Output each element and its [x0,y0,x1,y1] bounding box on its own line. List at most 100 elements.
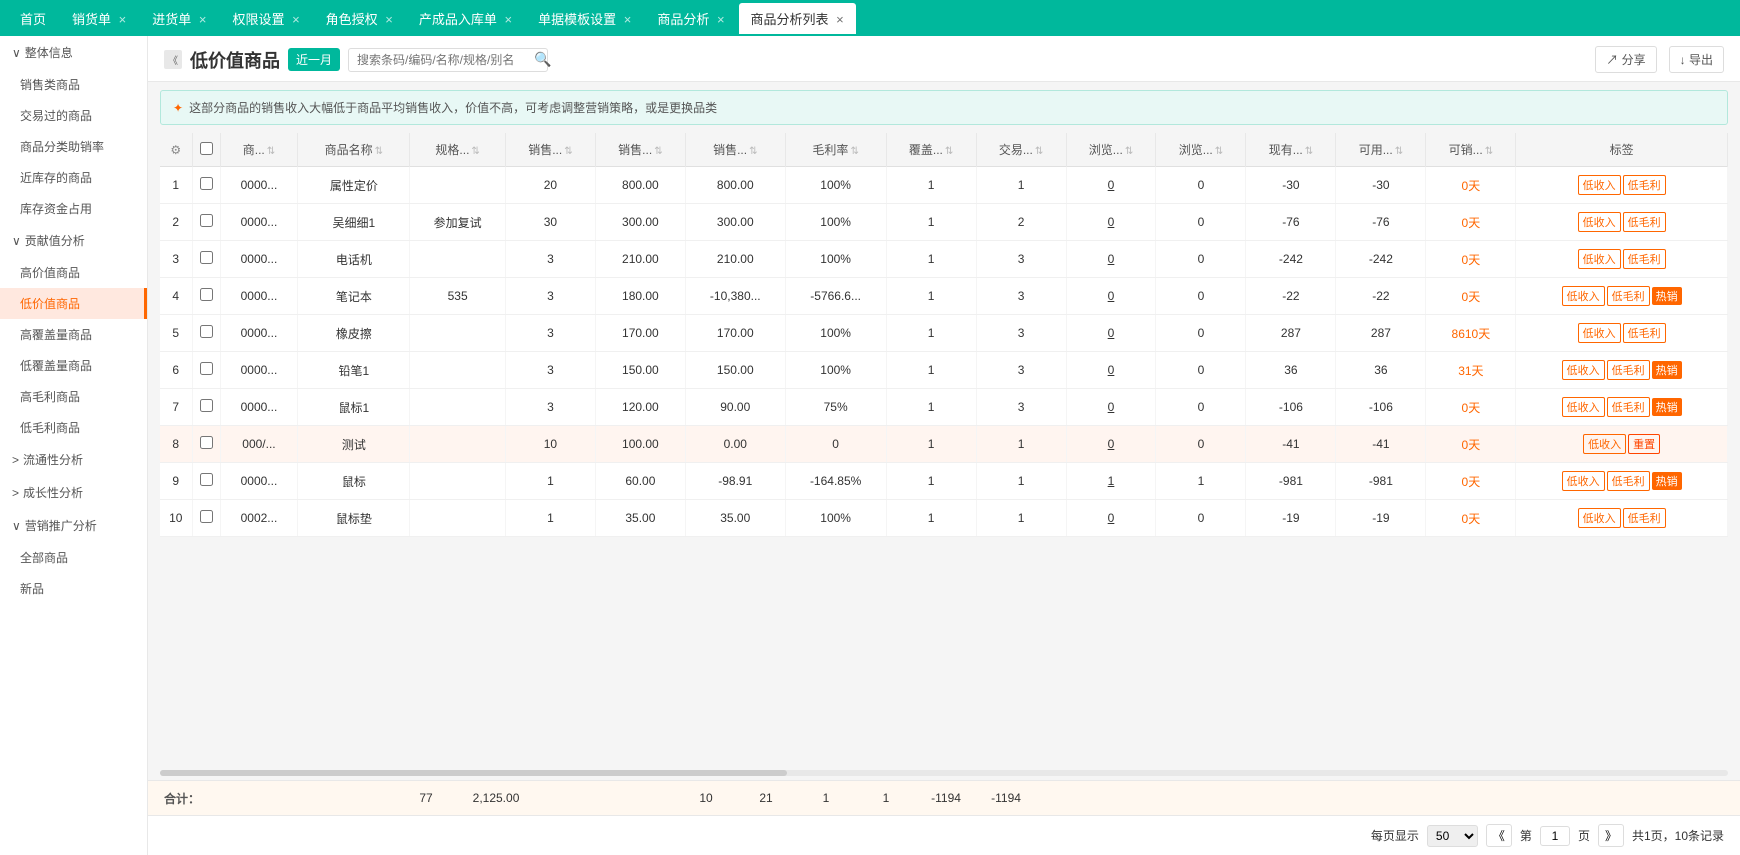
cell-browse1[interactable]: 0 [1066,389,1156,426]
days-value: 0天 [1462,253,1481,267]
cell-checkbox[interactable] [192,278,220,315]
filter-month-button[interactable]: 近一月 [288,48,340,71]
table-container[interactable]: ⚙ 商...⇅ 商品名称⇅ 规格...⇅ 销售...⇅ 销售...⇅ 销售...… [160,133,1728,766]
nav-sales[interactable]: 销货单 × [60,3,138,34]
browse1-link[interactable]: 1 [1108,474,1115,488]
footer-cells: 77 2,125.00 10 21 1 1 -1194 -1194 [216,789,1724,807]
sidebar-item-sales-goods[interactable]: 销售类商品 [0,69,147,100]
cell-sales-price: 35.00 [595,500,685,537]
col-setting[interactable]: ⚙ [160,133,192,167]
browse1-link[interactable]: 0 [1108,215,1115,229]
horizontal-scrollbar[interactable] [160,770,1728,776]
cell-sales-qty: 3 [505,352,595,389]
cell-checkbox[interactable] [192,426,220,463]
sidebar-item-category-rate[interactable]: 商品分类助销率 [0,131,147,162]
nav-role[interactable]: 角色授权 × [314,3,405,34]
browse1-link[interactable]: 0 [1108,326,1115,340]
nav-analysis-close[interactable]: × [717,12,725,27]
cell-checkbox[interactable] [192,500,220,537]
nav-permission-close[interactable]: × [292,12,300,27]
sidebar-item-near-inventory[interactable]: 近库存的商品 [0,162,147,193]
nav-product-in[interactable]: 产成品入库单 × [407,3,524,34]
nav-template-close[interactable]: × [624,12,632,27]
nav-purchase[interactable]: 进货单 × [140,3,218,34]
cell-browse1[interactable]: 0 [1066,278,1156,315]
collapse-sidebar-button[interactable]: 《 [164,50,182,69]
sidebar-item-inventory-capital[interactable]: 库存资金占用 [0,193,147,224]
nav-home[interactable]: 首页 [8,3,58,34]
cell-browse1[interactable]: 0 [1066,500,1156,537]
export-button[interactable]: ↓ 导出 [1669,46,1724,73]
nav-template[interactable]: 单据模板设置 × [526,3,643,34]
cell-browse1[interactable]: 0 [1066,426,1156,463]
sidebar-item-low-value[interactable]: 低价值商品 [0,288,147,319]
row-checkbox[interactable] [200,251,213,264]
sidebar-group-overall[interactable]: ∨ 整体信息 [0,36,147,69]
cell-checkbox[interactable] [192,463,220,500]
tag-badge: 重置 [1628,434,1660,454]
last-page-button[interactable]: 》 [1598,824,1624,847]
cell-browse1[interactable]: 0 [1066,204,1156,241]
cell-checkbox[interactable] [192,315,220,352]
footer-sales-price: 2,125.00 [456,789,536,807]
browse1-link[interactable]: 0 [1108,437,1115,451]
row-checkbox[interactable] [200,399,213,412]
nav-product-in-close[interactable]: × [505,12,513,27]
browse1-link[interactable]: 0 [1108,252,1115,266]
nav-role-close[interactable]: × [385,12,393,27]
nav-permission[interactable]: 权限设置 × [220,3,311,34]
row-checkbox[interactable] [200,214,213,227]
sidebar-item-high-coverage[interactable]: 高覆盖量商品 [0,319,147,350]
first-page-button[interactable]: 《 [1486,824,1512,847]
page-size-select[interactable]: 50 100 [1427,825,1478,847]
table-header-row: ⚙ 商...⇅ 商品名称⇅ 规格...⇅ 销售...⇅ 销售...⇅ 销售...… [160,133,1728,167]
cell-code: 0000... [220,315,298,352]
browse1-link[interactable]: 0 [1108,511,1115,525]
cell-browse1[interactable]: 1 [1066,463,1156,500]
sidebar-group-marketing[interactable]: ∨ 营销推广分析 [0,509,147,542]
cell-sales-amount: 0.00 [685,426,785,463]
sidebar-item-low-margin[interactable]: 低毛利商品 [0,412,147,443]
cell-checkbox[interactable] [192,204,220,241]
cell-checkbox[interactable] [192,241,220,278]
sidebar-item-high-margin[interactable]: 高毛利商品 [0,381,147,412]
row-checkbox[interactable] [200,473,213,486]
row-checkbox[interactable] [200,436,213,449]
nav-analysis-list[interactable]: 商品分析列表 × [739,3,856,34]
nav-analysis-list-close[interactable]: × [836,12,844,27]
browse1-link[interactable]: 0 [1108,363,1115,377]
cell-transaction: 1 [976,426,1066,463]
row-checkbox[interactable] [200,362,213,375]
sidebar-group-contribution[interactable]: ∨ 贡献值分析 [0,224,147,257]
browse1-link[interactable]: 0 [1108,289,1115,303]
sidebar-item-new-goods[interactable]: 新品 [0,573,147,604]
row-checkbox[interactable] [200,510,213,523]
browse1-link[interactable]: 0 [1108,178,1115,192]
row-checkbox[interactable] [200,288,213,301]
share-button[interactable]: ↗ 分享 [1595,46,1656,73]
nav-sales-close[interactable]: × [119,12,127,27]
browse1-link[interactable]: 0 [1108,400,1115,414]
sidebar-item-high-value[interactable]: 高价值商品 [0,257,147,288]
search-input[interactable] [348,48,548,72]
page-number-input[interactable] [1540,826,1570,846]
sidebar-group-growth[interactable]: > 成长性分析 [0,476,147,509]
row-checkbox[interactable] [200,325,213,338]
cell-browse1[interactable]: 0 [1066,167,1156,204]
sidebar-item-all-goods[interactable]: 全部商品 [0,542,147,573]
cell-checkbox[interactable] [192,389,220,426]
nav-purchase-close[interactable]: × [199,12,207,27]
cell-checkbox[interactable] [192,352,220,389]
sidebar-item-low-coverage[interactable]: 低覆盖量商品 [0,350,147,381]
cell-browse1[interactable]: 0 [1066,315,1156,352]
select-all-checkbox[interactable] [200,142,213,155]
scroll-thumb[interactable] [160,770,787,776]
col-checkbox[interactable] [192,133,220,167]
cell-browse1[interactable]: 0 [1066,241,1156,278]
cell-checkbox[interactable] [192,167,220,204]
sidebar-group-circulation[interactable]: > 流通性分析 [0,443,147,476]
row-checkbox[interactable] [200,177,213,190]
sidebar-item-traded[interactable]: 交易过的商品 [0,100,147,131]
nav-analysis[interactable]: 商品分析 × [645,3,736,34]
cell-browse1[interactable]: 0 [1066,352,1156,389]
